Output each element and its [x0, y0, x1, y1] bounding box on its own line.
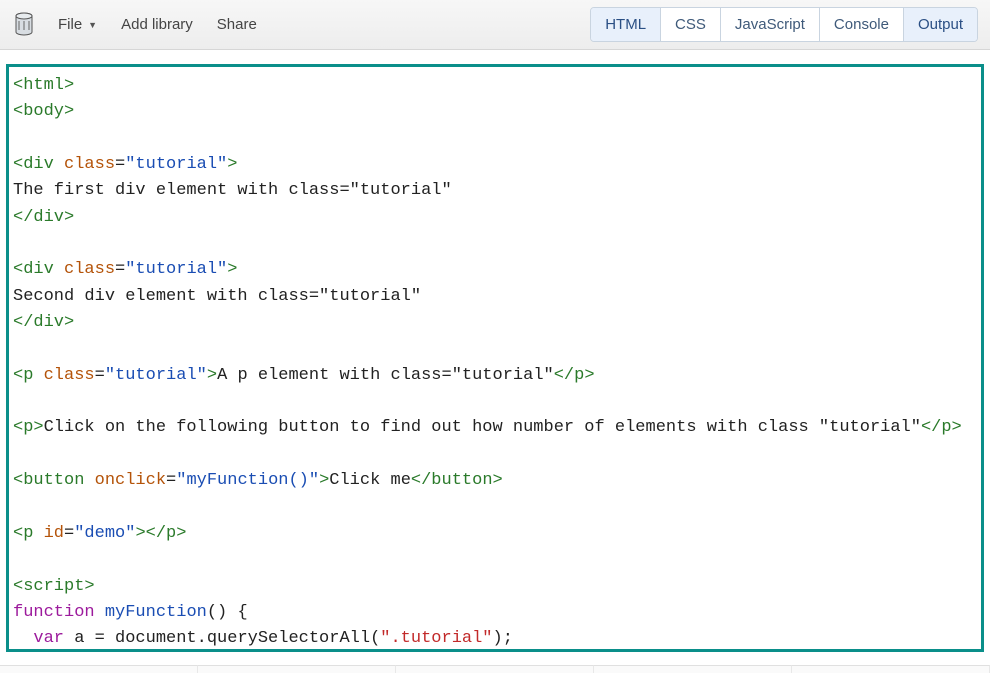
file-menu[interactable]: File ▼ [48, 10, 107, 39]
file-menu-label: File [58, 16, 82, 33]
tab-html[interactable]: HTML [591, 8, 661, 41]
bottom-tab-strip [0, 665, 990, 673]
code-editor[interactable]: <html> <body> <div class="tutorial"> The… [6, 64, 984, 652]
jsbin-logo-icon[interactable] [12, 11, 36, 39]
code-content[interactable]: <html> <body> <div class="tutorial"> The… [9, 67, 981, 652]
bottom-tab[interactable] [0, 665, 198, 673]
bottom-tab[interactable] [594, 665, 792, 673]
share-button[interactable]: Share [207, 10, 267, 39]
tab-console[interactable]: Console [820, 8, 904, 41]
panel-tabs: HTML CSS JavaScript Console Output [590, 7, 978, 42]
bottom-tab[interactable] [396, 665, 594, 673]
bottom-tab[interactable] [198, 665, 396, 673]
tab-output[interactable]: Output [904, 8, 977, 41]
bottom-tab[interactable] [792, 665, 990, 673]
add-library-button[interactable]: Add library [111, 10, 203, 39]
top-toolbar: File ▼ Add library Share HTML CSS JavaSc… [0, 0, 990, 50]
chevron-down-icon: ▼ [88, 20, 97, 30]
tab-javascript[interactable]: JavaScript [721, 8, 820, 41]
tab-css[interactable]: CSS [661, 8, 721, 41]
